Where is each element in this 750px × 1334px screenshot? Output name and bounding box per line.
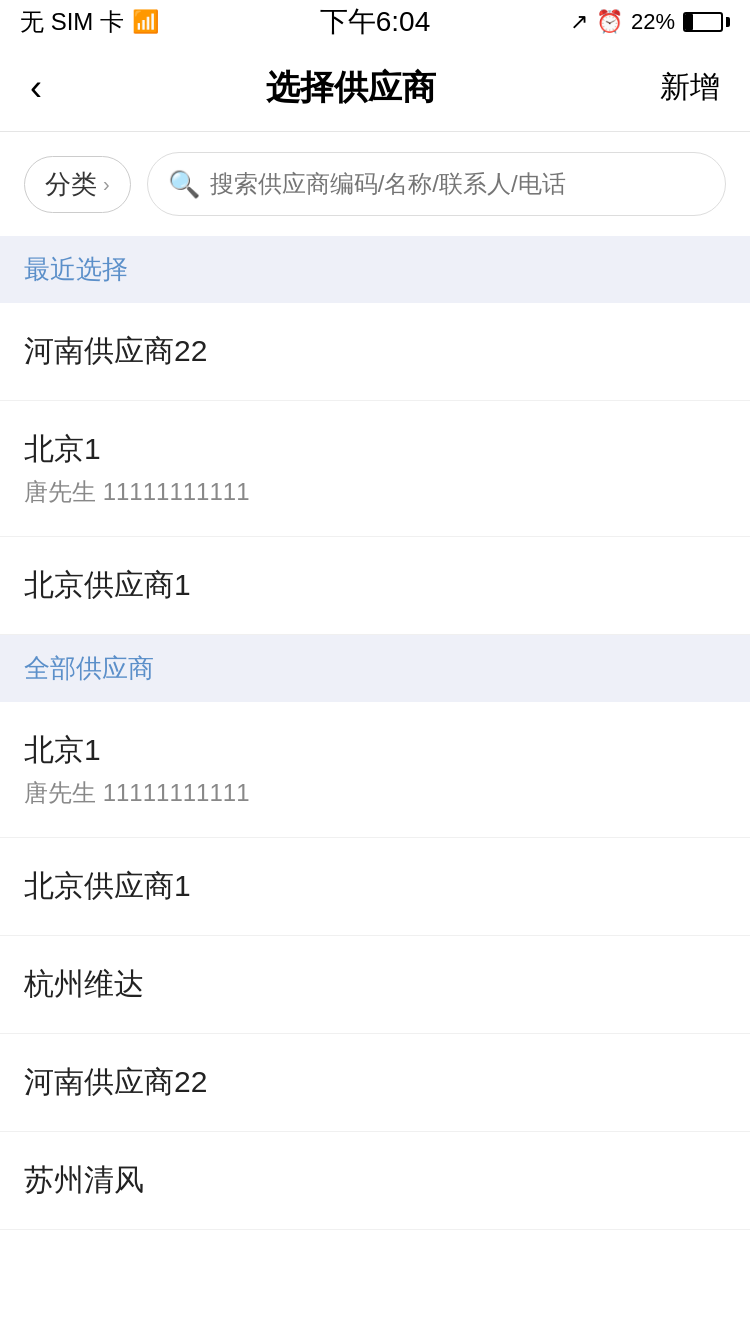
list-item[interactable]: 苏州清风: [0, 1132, 750, 1230]
list-item[interactable]: 北京1 唐先生 11111111111: [0, 401, 750, 537]
item-name: 北京1: [24, 429, 726, 470]
item-name: 河南供应商22: [24, 331, 726, 372]
nav-bar: ‹ 选择供应商 新增: [0, 44, 750, 132]
status-time: 下午6:04: [320, 3, 431, 41]
status-left: 无 SIM 卡 📶: [20, 6, 159, 38]
search-icon: 🔍: [168, 169, 200, 200]
item-name: 河南供应商22: [24, 1062, 726, 1103]
chevron-right-icon: ›: [103, 173, 110, 196]
item-name: 杭州维达: [24, 964, 726, 1005]
item-name: 北京供应商1: [24, 866, 726, 907]
search-input[interactable]: [210, 170, 705, 198]
back-button[interactable]: ‹: [30, 67, 42, 109]
recent-list: 河南供应商22 北京1 唐先生 11111111111 北京供应商1: [0, 303, 750, 635]
location-icon: ↗: [570, 9, 588, 35]
status-right: ↗ ⏰ 22%: [570, 9, 730, 35]
item-name: 北京1: [24, 730, 726, 771]
alarm-icon: ⏰: [596, 9, 623, 35]
wifi-icon: 📶: [132, 9, 159, 35]
all-list: 北京1 唐先生 11111111111 北京供应商1 杭州维达河南供应商22 苏州清风: [0, 702, 750, 1230]
item-sub: 唐先生 11111111111: [24, 777, 726, 809]
battery-percent: 22%: [631, 9, 675, 35]
item-name: 北京供应商1: [24, 565, 726, 606]
sim-status: 无 SIM 卡: [20, 6, 124, 38]
list-item[interactable]: 河南供应商22: [0, 1034, 750, 1132]
list-item[interactable]: 北京供应商1: [0, 838, 750, 936]
add-button[interactable]: 新增: [660, 67, 720, 108]
recent-section-header: 最近选择: [0, 236, 750, 303]
filter-bar: 分类 › 🔍: [0, 132, 750, 236]
list-item[interactable]: 北京供应商1: [0, 537, 750, 635]
page-title: 选择供应商: [266, 65, 436, 111]
item-name: 苏州清风: [24, 1160, 726, 1201]
all-section-header: 全部供应商: [0, 635, 750, 702]
list-item[interactable]: 河南供应商22: [0, 303, 750, 401]
battery-indicator: [683, 12, 730, 32]
category-label: 分类: [45, 167, 97, 202]
search-box[interactable]: 🔍: [147, 152, 726, 216]
category-button[interactable]: 分类 ›: [24, 156, 131, 213]
list-item[interactable]: 杭州维达: [0, 936, 750, 1034]
list-item[interactable]: 北京1 唐先生 11111111111: [0, 702, 750, 838]
status-bar: 无 SIM 卡 📶 下午6:04 ↗ ⏰ 22%: [0, 0, 750, 44]
item-sub: 唐先生 11111111111: [24, 476, 726, 508]
